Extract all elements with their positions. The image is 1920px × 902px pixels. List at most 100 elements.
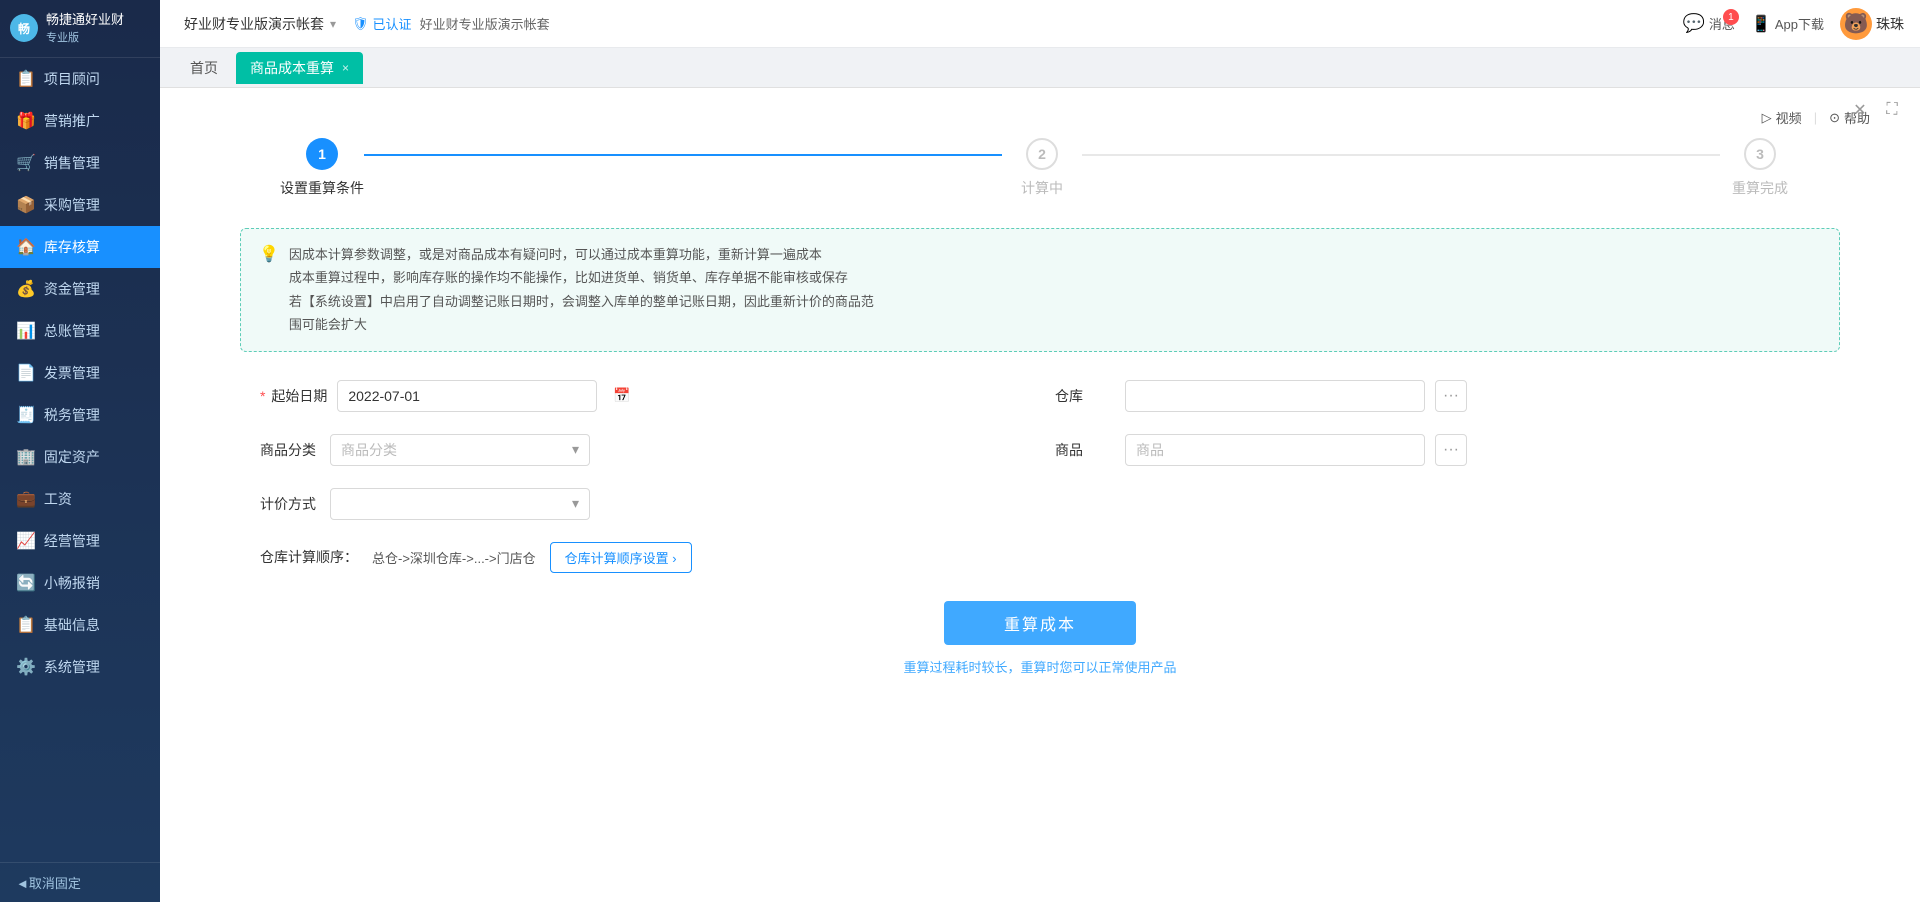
goods-select-button[interactable]: ··· — [1435, 434, 1467, 466]
close-window-button[interactable]: ✕ — [1848, 98, 1872, 122]
pricing-label: 计价方式 — [260, 494, 320, 514]
action-hint: 重算过程耗时较长，重算时您可以正常使用产品 — [903, 657, 1176, 676]
sidebar-item-project[interactable]: 📋 项目顾问 — [0, 58, 160, 100]
step-1-label: 设置重算条件 — [280, 178, 364, 198]
sidebar-item-label: 经营管理 — [44, 531, 100, 551]
assets-icon: 🏢 — [16, 447, 36, 467]
chevron-down-icon: ▾ — [572, 495, 579, 512]
user-name: 珠珠 — [1876, 14, 1904, 34]
sidebar-item-label: 销售管理 — [44, 153, 100, 173]
finance-icon: 💰 — [16, 279, 36, 299]
sidebar-header: 畅 畅捷通好业财 专业版 — [0, 0, 160, 58]
messages-action[interactable]: 💬 消息 1 — [1683, 13, 1735, 34]
app-title: 畅捷通好业财 — [46, 12, 124, 29]
required-mark: * — [260, 388, 265, 404]
tab-home[interactable]: 首页 — [176, 52, 232, 84]
inventory-icon: 🏠 — [16, 237, 36, 257]
form-row-3: 计价方式 ▾ — [260, 488, 1820, 520]
sidebar-item-system[interactable]: ⚙️ 系统管理 — [0, 646, 160, 688]
start-date-input[interactable]: 2022-07-01 — [337, 380, 597, 412]
sidebar-item-salary[interactable]: 💼 工资 — [0, 478, 160, 520]
page-area: ✕ ⛶ ▷ 视频 | ⊙ 帮助 1 设置重算条件 — [160, 88, 1920, 902]
sidebar-item-basic[interactable]: 📋 基础信息 — [0, 604, 160, 646]
invoice-icon: 📄 — [16, 363, 36, 383]
account-full-name: 好业财专业版演示帐套 — [420, 14, 550, 33]
step-3: 3 重算完成 — [1720, 138, 1800, 198]
pricing-select[interactable]: ▾ — [330, 488, 590, 520]
warehouse-order-label: 仓库计算顺序： — [260, 547, 358, 567]
sidebar-item-accounting[interactable]: 📊 总账管理 — [0, 310, 160, 352]
sidebar-item-label: 发票管理 — [44, 363, 100, 383]
sidebar-item-tax[interactable]: 🧾 税务管理 — [0, 394, 160, 436]
sidebar-item-assets[interactable]: 🏢 固定资产 — [0, 436, 160, 478]
recalc-button[interactable]: 重算成本 — [944, 601, 1136, 645]
warehouse-order-row: 仓库计算顺序： 总仓->深圳仓库->...->门店仓 仓库计算顺序设置 › — [200, 542, 1880, 573]
sales-icon: 🛒 — [16, 153, 36, 173]
sidebar-item-label: 总账管理 — [44, 321, 100, 341]
shield-icon: 🛡 — [352, 16, 369, 32]
warehouse-field: 仓库 ··· — [1055, 380, 1820, 412]
sidebar-item-label: 营销推广 — [44, 111, 100, 131]
warehouse-input[interactable] — [1125, 380, 1425, 412]
app-logo: 畅 — [10, 14, 38, 42]
purchase-icon: 📦 — [16, 195, 36, 215]
sidebar-item-label: 小畅报销 — [44, 573, 100, 593]
topbar: 好业财专业版演示帐套 ▾ 🛡 已认证 好业财专业版演示帐套 💬 消息 1 📱 A… — [160, 0, 1920, 48]
topbar-left: 好业财专业版演示帐套 ▾ 🛡 已认证 好业财专业版演示帐套 — [176, 10, 1671, 38]
category-field: 商品分类 商品分类 ▾ — [260, 434, 1025, 466]
step-3-circle: 3 — [1744, 138, 1776, 170]
verified-badge: 🛡 已认证 — [352, 14, 412, 33]
sidebar-item-sales[interactable]: 🛒 销售管理 — [0, 142, 160, 184]
info-box: 💡 因成本计算参数调整，或是对商品成本有疑问时，可以通过成本重算功能，重新计算一… — [240, 228, 1840, 352]
sidebar-item-label: 工资 — [44, 489, 72, 509]
video-label: 视频 — [1776, 108, 1802, 127]
sidebar-item-label: 基础信息 — [44, 615, 100, 635]
action-area: 重算成本 重算过程耗时较长，重算时您可以正常使用产品 — [200, 601, 1880, 676]
sidebar-nav: 📋 项目顾问 🎁 营销推广 🛒 销售管理 📦 采购管理 🏠 库存核算 💰 资金管… — [0, 58, 160, 862]
avatar: 🐻 — [1840, 8, 1872, 40]
sidebar-item-invoice[interactable]: 📄 发票管理 — [0, 352, 160, 394]
salary-icon: 💼 — [16, 489, 36, 509]
step-2-label: 计算中 — [1021, 178, 1063, 198]
verified-label: 已认证 — [373, 14, 412, 33]
sidebar-item-marketing[interactable]: 🎁 营销推广 — [0, 100, 160, 142]
tab-cost-recalc[interactable]: 商品成本重算 × — [236, 52, 363, 84]
sidebar-item-label: 项目顾问 — [44, 69, 100, 89]
sidebar-footer-toggle[interactable]: ◄取消固定 — [0, 862, 160, 902]
step-2: 2 计算中 — [1002, 138, 1082, 198]
tax-icon: 🧾 — [16, 405, 36, 425]
sidebar-item-inventory[interactable]: 🏠 库存核算 — [0, 226, 160, 268]
step-connector-1 — [364, 154, 1002, 156]
video-link[interactable]: ▷ 视频 — [1762, 108, 1802, 127]
accounting-icon: 📊 — [16, 321, 36, 341]
project-icon: 📋 — [16, 69, 36, 89]
sidebar-item-label: 系统管理 — [44, 657, 100, 677]
sidebar-item-operation[interactable]: 📈 经营管理 — [0, 520, 160, 562]
step-1-circle: 1 — [306, 138, 338, 170]
pricing-field: 计价方式 ▾ — [260, 488, 1025, 520]
step-2-circle: 2 — [1026, 138, 1058, 170]
warehouse-order-settings-button[interactable]: 仓库计算顺序设置 › — [550, 542, 692, 573]
sidebar-item-label: 固定资产 — [44, 447, 100, 467]
goods-input[interactable]: 商品 — [1125, 434, 1425, 466]
sidebar-item-purchase[interactable]: 📦 采购管理 — [0, 184, 160, 226]
separator: | — [1814, 110, 1817, 125]
form-row-2: 商品分类 商品分类 ▾ 商品 商品 ··· — [260, 434, 1820, 466]
warehouse-select-button[interactable]: ··· — [1435, 380, 1467, 412]
app-download-action[interactable]: 📱 App下载 — [1751, 14, 1824, 34]
expense-icon: 🔄 — [16, 573, 36, 593]
account-selector[interactable]: 好业财专业版演示帐套 ▾ — [176, 10, 344, 38]
category-label: 商品分类 — [260, 440, 320, 460]
category-select[interactable]: 商品分类 ▾ — [330, 434, 590, 466]
tab-close-icon[interactable]: × — [342, 61, 349, 75]
chevron-down-icon: ▾ — [330, 17, 336, 31]
calendar-icon[interactable]: 📅 — [613, 387, 630, 404]
form-row-1: * 起始日期 2022-07-01 📅 仓库 ··· — [260, 380, 1820, 412]
main-area: 好业财专业版演示帐套 ▾ 🛡 已认证 好业财专业版演示帐套 💬 消息 1 📱 A… — [160, 0, 1920, 902]
sidebar-item-finance[interactable]: 💰 资金管理 — [0, 268, 160, 310]
expand-window-button[interactable]: ⛶ — [1880, 98, 1904, 122]
tab-home-label: 首页 — [190, 58, 218, 78]
user-menu[interactable]: 🐻 珠珠 — [1840, 8, 1904, 40]
warehouse-label: 仓库 — [1055, 386, 1115, 406]
sidebar-item-expense[interactable]: 🔄 小畅报销 — [0, 562, 160, 604]
